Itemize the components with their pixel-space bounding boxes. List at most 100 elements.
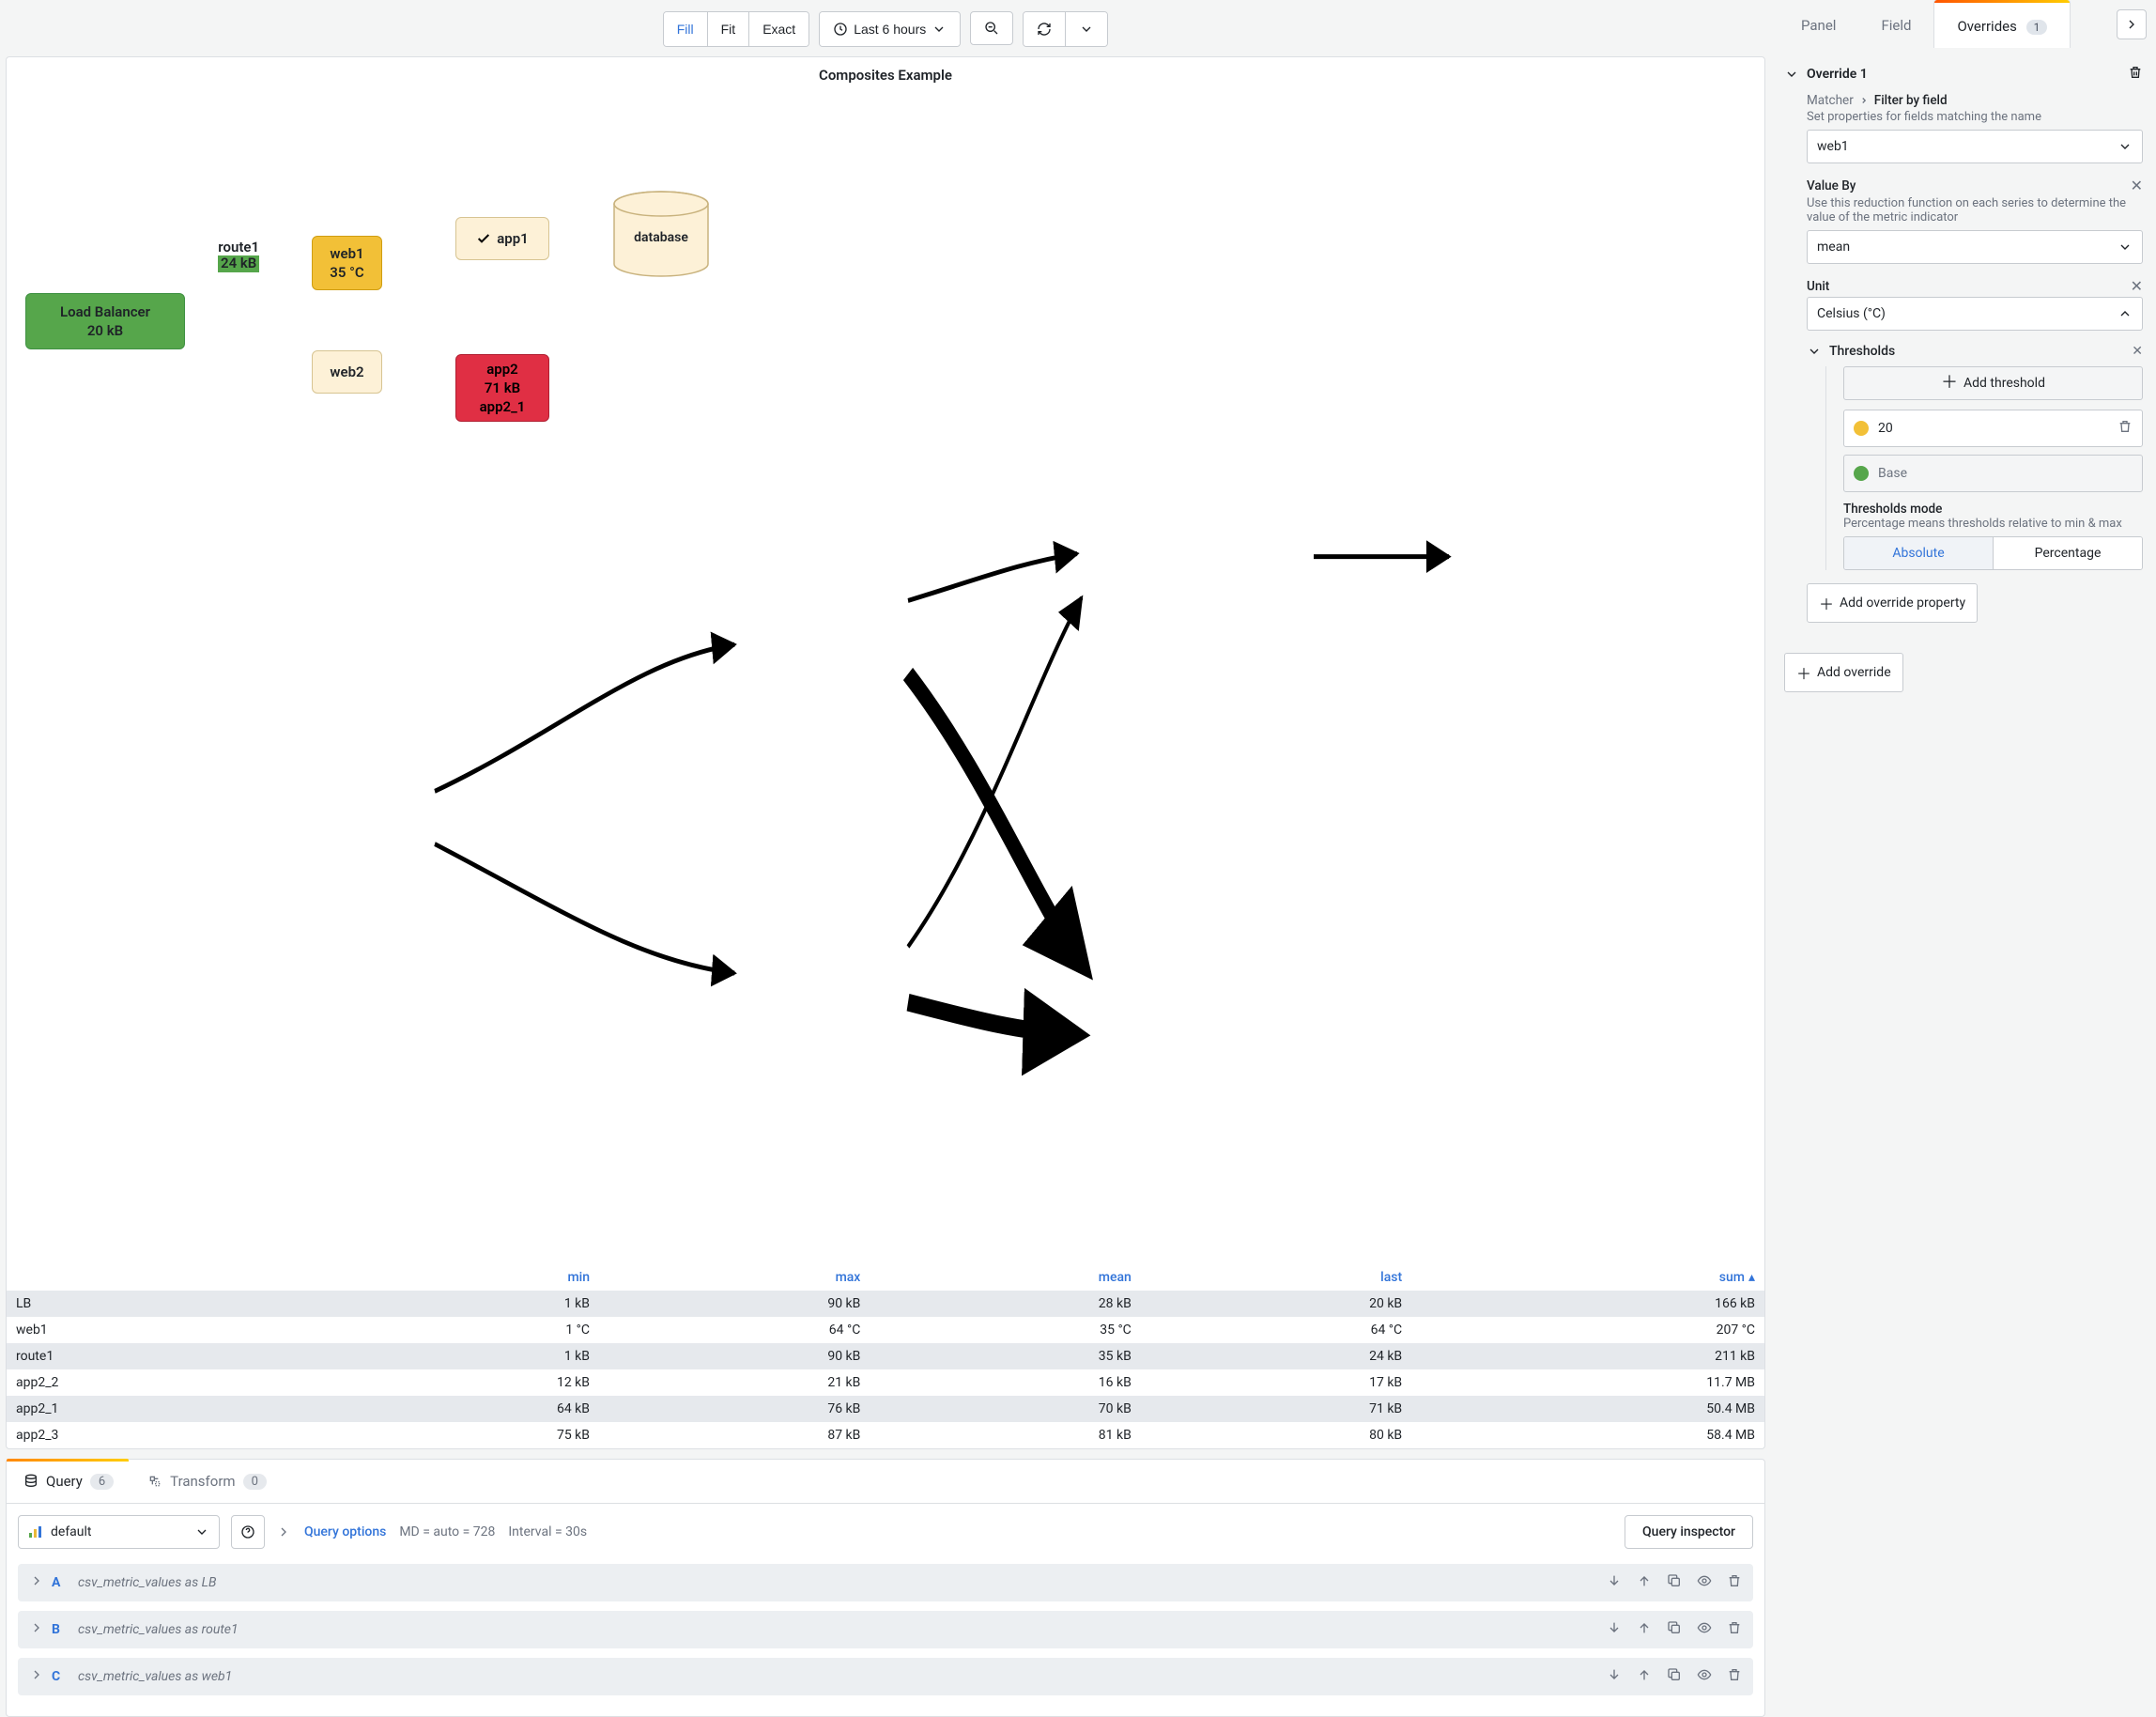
time-range-group: Last 6 hours — [819, 11, 961, 47]
tab-label: Query — [46, 1473, 83, 1490]
time-range-label: Last 6 hours — [854, 22, 926, 37]
cell-sum: 207 °C — [1411, 1317, 1764, 1343]
query-options[interactable]: Query options MD = auto = 728 Interval =… — [276, 1515, 587, 1549]
table-row[interactable]: LB1 kB90 kB28 kB20 kB166 kB — [7, 1291, 1764, 1317]
node-database[interactable]: database — [609, 191, 713, 277]
node-value: 20 kB — [87, 321, 123, 340]
view-fit-button[interactable]: Fit — [708, 12, 750, 46]
threshold-color-dot[interactable] — [1854, 466, 1869, 481]
edge-name: route1 — [218, 240, 259, 255]
time-range-button[interactable]: Last 6 hours — [820, 12, 960, 46]
duplicate-button[interactable] — [1667, 1573, 1682, 1592]
tab-panel[interactable]: Panel — [1779, 0, 1858, 48]
add-override-property-button[interactable]: ＋ Add override property — [1807, 583, 1978, 623]
toggle-visibility-button[interactable] — [1697, 1573, 1712, 1592]
query-row[interactable]: Bcsv_metric_values as route1 — [18, 1611, 1753, 1648]
database-icon — [23, 1474, 38, 1489]
node-app1[interactable]: app1 — [455, 217, 549, 260]
node-web1[interactable]: web1 35 °C — [312, 236, 382, 290]
threshold-value[interactable]: 20 — [1878, 421, 1893, 436]
cell-max: 90 kB — [599, 1291, 870, 1317]
move-up-button[interactable] — [1637, 1667, 1652, 1686]
tab-field[interactable]: Field — [1858, 0, 1933, 48]
refresh-interval-button[interactable] — [1066, 12, 1107, 46]
tab-transform[interactable]: Transform 0 — [131, 1460, 284, 1503]
thresholds-label: Thresholds — [1829, 344, 1895, 359]
remove-unit-button[interactable]: ✕ — [2131, 277, 2143, 295]
table-row[interactable]: app2_375 kB87 kB81 kB80 kB58.4 MB — [7, 1422, 1764, 1448]
cell-mean: 16 kB — [870, 1369, 1140, 1396]
delete-query-button[interactable] — [1727, 1620, 1742, 1639]
move-down-button[interactable] — [1607, 1620, 1622, 1639]
node-value: 71 kB — [485, 379, 520, 397]
col-max[interactable]: max — [599, 1264, 870, 1291]
col-sum[interactable]: sum▴ — [1411, 1264, 1764, 1291]
move-down-button[interactable] — [1607, 1573, 1622, 1592]
col-mean[interactable]: mean — [870, 1264, 1140, 1291]
cell-mean: 81 kB — [870, 1422, 1140, 1448]
toggle-visibility-button[interactable] — [1697, 1667, 1712, 1686]
mode-percentage-button[interactable]: Percentage — [1994, 537, 2142, 569]
table-row[interactable]: web11 °C64 °C35 °C64 °C207 °C — [7, 1317, 1764, 1343]
node-loadbalancer[interactable]: Load Balancer 20 kB — [25, 293, 185, 349]
move-up-button[interactable] — [1637, 1620, 1652, 1639]
node-app2[interactable]: app2 71 kB app2_1 — [455, 354, 549, 422]
table-row[interactable]: app2_212 kB21 kB16 kB17 kB11.7 MB — [7, 1369, 1764, 1396]
col-min[interactable]: min — [329, 1264, 599, 1291]
mode-absolute-button[interactable]: Absolute — [1844, 537, 1994, 569]
view-exact-button[interactable]: Exact — [749, 12, 808, 46]
move-up-button[interactable] — [1637, 1573, 1652, 1592]
override-header[interactable]: Override 1 — [1784, 65, 2143, 84]
duplicate-button[interactable] — [1667, 1620, 1682, 1639]
threshold-color-dot[interactable] — [1854, 421, 1869, 436]
col-name[interactable] — [7, 1264, 329, 1291]
node-web2[interactable]: web2 — [312, 350, 382, 394]
move-down-button[interactable] — [1607, 1667, 1622, 1686]
remove-thresholds-button[interactable]: ✕ — [2132, 344, 2143, 359]
zoom-out-button[interactable] — [970, 11, 1013, 45]
chevron-down-icon — [1807, 344, 1822, 359]
delete-query-button[interactable] — [1727, 1667, 1742, 1686]
valueby-select[interactable]: mean — [1807, 230, 2143, 264]
toggle-visibility-button[interactable] — [1697, 1620, 1712, 1639]
node-sublabel: app2_1 — [480, 397, 526, 416]
view-fill-button[interactable]: Fill — [664, 12, 708, 46]
refresh-button[interactable] — [1024, 12, 1066, 46]
toolbar: Fill Fit Exact Last 6 hours — [6, 6, 1765, 56]
query-row[interactable]: Acsv_metric_values as LB — [18, 1564, 1753, 1601]
thresholds-header[interactable]: Thresholds ✕ — [1807, 344, 2143, 359]
threshold-row[interactable]: 20 — [1843, 410, 2143, 447]
table-row[interactable]: app2_164 kB76 kB70 kB71 kB50.4 MB — [7, 1396, 1764, 1422]
query-description: csv_metric_values as web1 — [78, 1669, 1595, 1684]
clock-icon — [833, 22, 848, 37]
add-threshold-button[interactable]: ＋ Add threshold — [1843, 366, 2143, 400]
tab-badge: 6 — [90, 1474, 114, 1490]
cell-last: 20 kB — [1141, 1291, 1411, 1317]
expand-query-button[interactable] — [29, 1573, 40, 1592]
add-override-button[interactable]: ＋ Add override — [1784, 653, 1903, 692]
side-tabs: Panel Field Overrides 1 — [1771, 0, 2156, 48]
collapse-sidebar-button[interactable] — [2117, 9, 2147, 39]
chevron-down-icon[interactable] — [1784, 67, 1799, 82]
delete-threshold-button[interactable] — [2118, 419, 2133, 438]
datasource-help-button[interactable] — [231, 1515, 265, 1549]
col-last[interactable]: last — [1141, 1264, 1411, 1291]
delete-override-button[interactable] — [2128, 65, 2143, 84]
matcher-select[interactable]: web1 — [1807, 130, 2143, 163]
datasource-select[interactable]: default — [18, 1515, 220, 1549]
duplicate-button[interactable] — [1667, 1667, 1682, 1686]
tab-overrides[interactable]: Overrides 1 — [1933, 0, 2071, 48]
remove-valueby-button[interactable]: ✕ — [2131, 177, 2143, 194]
overrides-body: Override 1 Matcher Filter by field Set p… — [1771, 48, 2156, 1717]
expand-query-button[interactable] — [29, 1667, 40, 1686]
table-row[interactable]: route11 kB90 kB35 kB24 kB211 kB — [7, 1343, 1764, 1369]
unit-select[interactable]: Celsius (°C) — [1807, 297, 2143, 331]
expand-query-button[interactable] — [29, 1620, 40, 1639]
query-refid: A — [52, 1575, 67, 1590]
query-row[interactable]: Ccsv_metric_values as web1 — [18, 1658, 1753, 1695]
chevron-down-icon — [1079, 22, 1094, 37]
tab-query[interactable]: Query 6 — [7, 1460, 131, 1503]
edge-value: 24 kB — [218, 255, 259, 271]
delete-query-button[interactable] — [1727, 1573, 1742, 1592]
query-inspector-button[interactable]: Query inspector — [1625, 1515, 1753, 1549]
